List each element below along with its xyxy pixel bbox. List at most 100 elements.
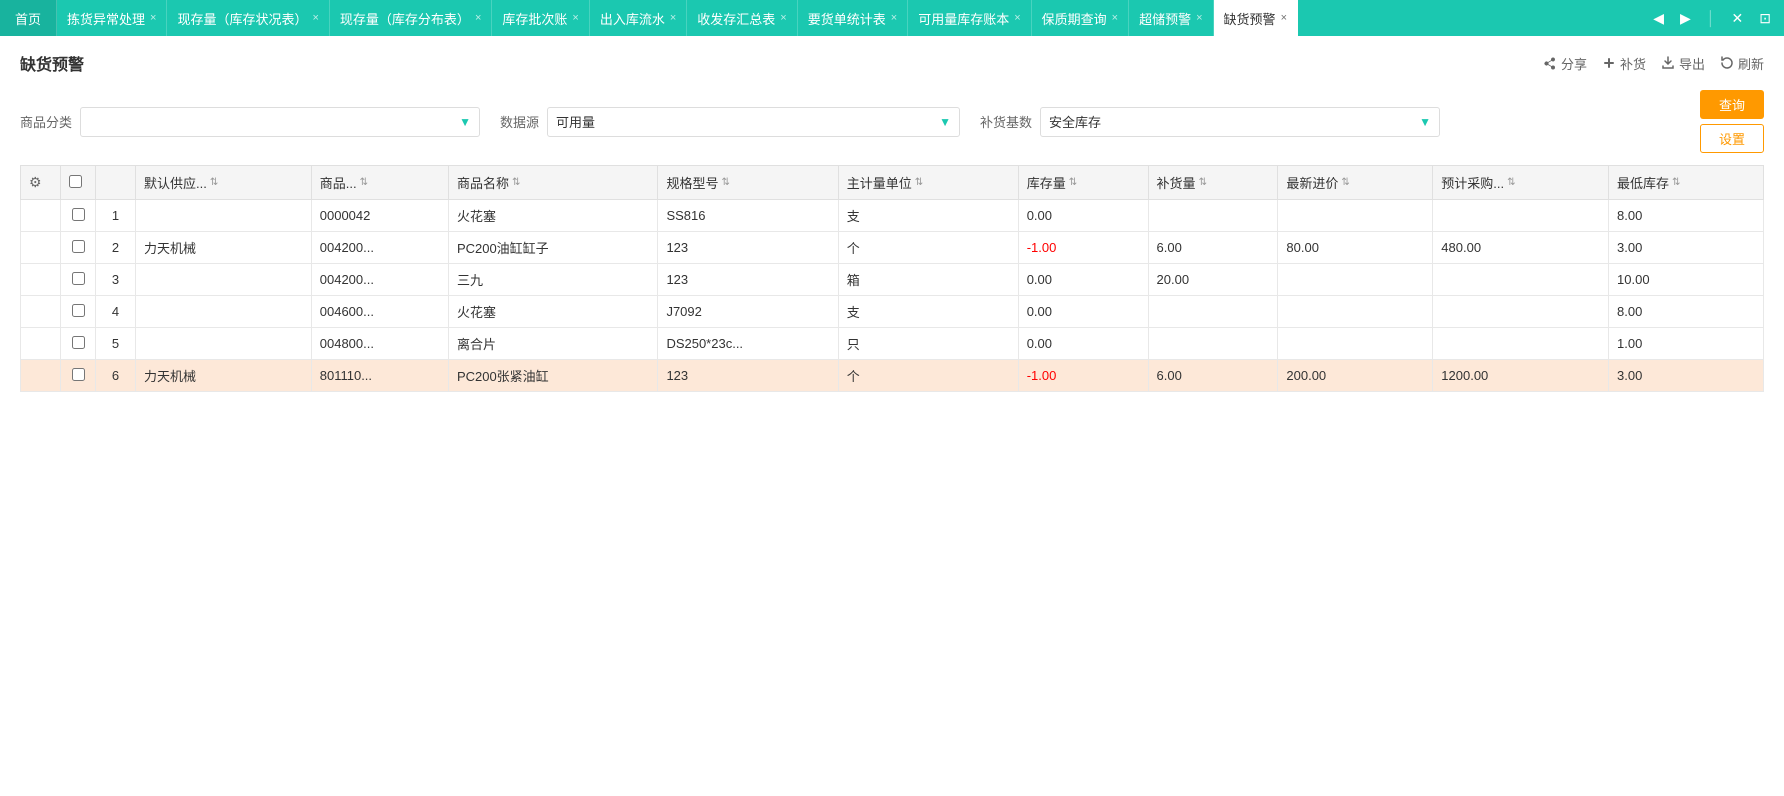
nav-tab-close-10[interactable]: × (1196, 12, 1202, 24)
export-btn[interactable]: 导出 (1661, 54, 1705, 73)
refresh-btn[interactable]: 刷新 (1720, 54, 1764, 73)
row-name-3: 火花塞 (448, 296, 658, 328)
row-num-3: 4 (96, 296, 136, 328)
nav-tab-close-9[interactable]: × (1112, 12, 1118, 24)
row-stock-4: 0.00 (1018, 328, 1148, 360)
datasource-select[interactable]: 可用量 ▼ (547, 107, 960, 137)
row-stock-2: 0.00 (1018, 264, 1148, 296)
row-num-4: 5 (96, 328, 136, 360)
gear-icon[interactable]: ⚙ (29, 174, 42, 190)
row-setting-3 (21, 296, 61, 328)
row-unit-0: 支 (838, 200, 1018, 232)
share-btn[interactable]: 分享 (1543, 54, 1587, 73)
setting-button[interactable]: 设置 (1700, 124, 1764, 153)
nav-tab-9[interactable]: 保质期查询× (1032, 0, 1129, 36)
est-purchase-sort[interactable]: 预计采购... ⇅ (1441, 173, 1515, 192)
row-name-5: PC200张紧油缸 (448, 360, 658, 392)
nav-tab-1[interactable]: 拣货异常处理× (57, 0, 167, 36)
row-check-3 (61, 296, 96, 328)
row-min-stock-0: 8.00 (1609, 200, 1764, 232)
nav-tab-close-1[interactable]: × (150, 12, 156, 24)
row-checkbox-0[interactable] (72, 208, 85, 221)
row-min-stock-4: 1.00 (1609, 328, 1764, 360)
header-actions: 分享 补货 导出 刷新 (1543, 54, 1764, 73)
nav-tab-3[interactable]: 现存量（库存分布表）× (330, 0, 492, 36)
row-supplier-1: 力天机械 (136, 232, 312, 264)
filter-buttons: 查询 设置 (1700, 90, 1764, 153)
row-unit-3: 支 (838, 296, 1018, 328)
row-setting-4 (21, 328, 61, 360)
col-check-header (61, 166, 96, 200)
col-min-stock-header: 最低库存 ⇅ (1609, 166, 1764, 200)
nav-tab-6[interactable]: 收发存汇总表× (687, 0, 797, 36)
col-est-purchase-header: 预计采购... ⇅ (1433, 166, 1609, 200)
row-checkbox-3[interactable] (72, 304, 85, 317)
spec-sort[interactable]: 规格型号 ⇅ (666, 173, 729, 192)
table-row: 1 0000042 火花塞 SS816 支 0.00 8.00 (21, 200, 1764, 232)
nav-tab-close-2[interactable]: × (312, 12, 318, 24)
table-row: 2 力天机械 004200... PC200油缸缸子 123 个 -1.00 6… (21, 232, 1764, 264)
row-stock-0: 0.00 (1018, 200, 1148, 232)
nav-tab-4[interactable]: 库存批次账× (492, 0, 589, 36)
nav-tab-10[interactable]: 超储预警× (1129, 0, 1213, 36)
row-checkbox-2[interactable] (72, 272, 85, 285)
nav-prev-btn[interactable]: ◀ (1645, 10, 1672, 27)
nav-close-btn[interactable]: ✕ (1724, 10, 1752, 27)
nav-tab-close-4[interactable]: × (572, 12, 578, 24)
nav-tab-0[interactable]: 首页 (0, 0, 57, 36)
row-price-1: 80.00 (1278, 232, 1433, 264)
nav-tab-5[interactable]: 出入库流水× (590, 0, 687, 36)
nav-tab-close-6[interactable]: × (780, 12, 786, 24)
col-spec-header: 规格型号 ⇅ (658, 166, 838, 200)
nav-tab-close-8[interactable]: × (1014, 12, 1020, 24)
query-button[interactable]: 查询 (1700, 90, 1764, 119)
select-all-checkbox[interactable] (69, 175, 82, 188)
name-sort[interactable]: 商品名称 ⇅ (457, 173, 520, 192)
commodity-select[interactable]: ▼ (80, 107, 480, 137)
row-supplier-0 (136, 200, 312, 232)
row-checkbox-5[interactable] (72, 368, 85, 381)
price-sort[interactable]: 最新进价 ⇅ (1286, 173, 1349, 192)
datasource-select-arrow: ▼ (939, 115, 951, 129)
table-row: 5 004800... 离合片 DS250*23c... 只 0.00 1.00 (21, 328, 1764, 360)
unit-sort[interactable]: 主计量单位 ⇅ (847, 173, 923, 192)
nav-tab-11[interactable]: 缺货预警× (1214, 0, 1298, 36)
stock-sort[interactable]: 库存量 ⇅ (1027, 173, 1077, 192)
replenish-base-select[interactable]: 安全库存 ▼ (1040, 107, 1440, 137)
col-num-header (96, 166, 136, 200)
data-table: ⚙ 默认供应... ⇅ 商品... ⇅ (20, 165, 1764, 392)
row-min-stock-5: 3.00 (1609, 360, 1764, 392)
min-stock-sort[interactable]: 最低库存 ⇅ (1617, 173, 1680, 192)
row-checkbox-1[interactable] (72, 240, 85, 253)
row-price-5: 200.00 (1278, 360, 1433, 392)
row-supplier-4 (136, 328, 312, 360)
row-est-purchase-5: 1200.00 (1433, 360, 1609, 392)
row-est-purchase-1: 480.00 (1433, 232, 1609, 264)
table-header-row: ⚙ 默认供应... ⇅ 商品... ⇅ (21, 166, 1764, 200)
nav-tab-close-7[interactable]: × (891, 12, 897, 24)
row-check-2 (61, 264, 96, 296)
share-icon (1543, 56, 1557, 70)
row-unit-5: 个 (838, 360, 1018, 392)
replenish-btn[interactable]: 补货 (1602, 54, 1646, 73)
nav-next-btn[interactable]: ▶ (1672, 10, 1699, 27)
nav-tab-close-5[interactable]: × (670, 12, 676, 24)
supplier-sort[interactable]: 默认供应... ⇅ (144, 173, 218, 192)
nav-tab-8[interactable]: 可用量库存账本× (908, 0, 1031, 36)
nav-tab-7[interactable]: 要货单统计表× (798, 0, 908, 36)
row-unit-1: 个 (838, 232, 1018, 264)
nav-expand-btn[interactable]: ⊡ (1751, 10, 1779, 27)
row-name-4: 离合片 (448, 328, 658, 360)
row-replenish-3 (1148, 296, 1278, 328)
code-sort[interactable]: 商品... ⇅ (320, 173, 368, 192)
col-code-header: 商品... ⇅ (311, 166, 448, 200)
replenish-sort[interactable]: 补货量 ⇅ (1157, 173, 1207, 192)
row-code-5: 801110... (311, 360, 448, 392)
nav-tab-2[interactable]: 现存量（库存状况表）× (167, 0, 329, 36)
row-checkbox-4[interactable] (72, 336, 85, 349)
row-check-5 (61, 360, 96, 392)
nav-tab-close-3[interactable]: × (475, 12, 481, 24)
nav-tab-close-11[interactable]: × (1281, 12, 1287, 24)
row-name-0: 火花塞 (448, 200, 658, 232)
col-replenish-header: 补货量 ⇅ (1148, 166, 1278, 200)
